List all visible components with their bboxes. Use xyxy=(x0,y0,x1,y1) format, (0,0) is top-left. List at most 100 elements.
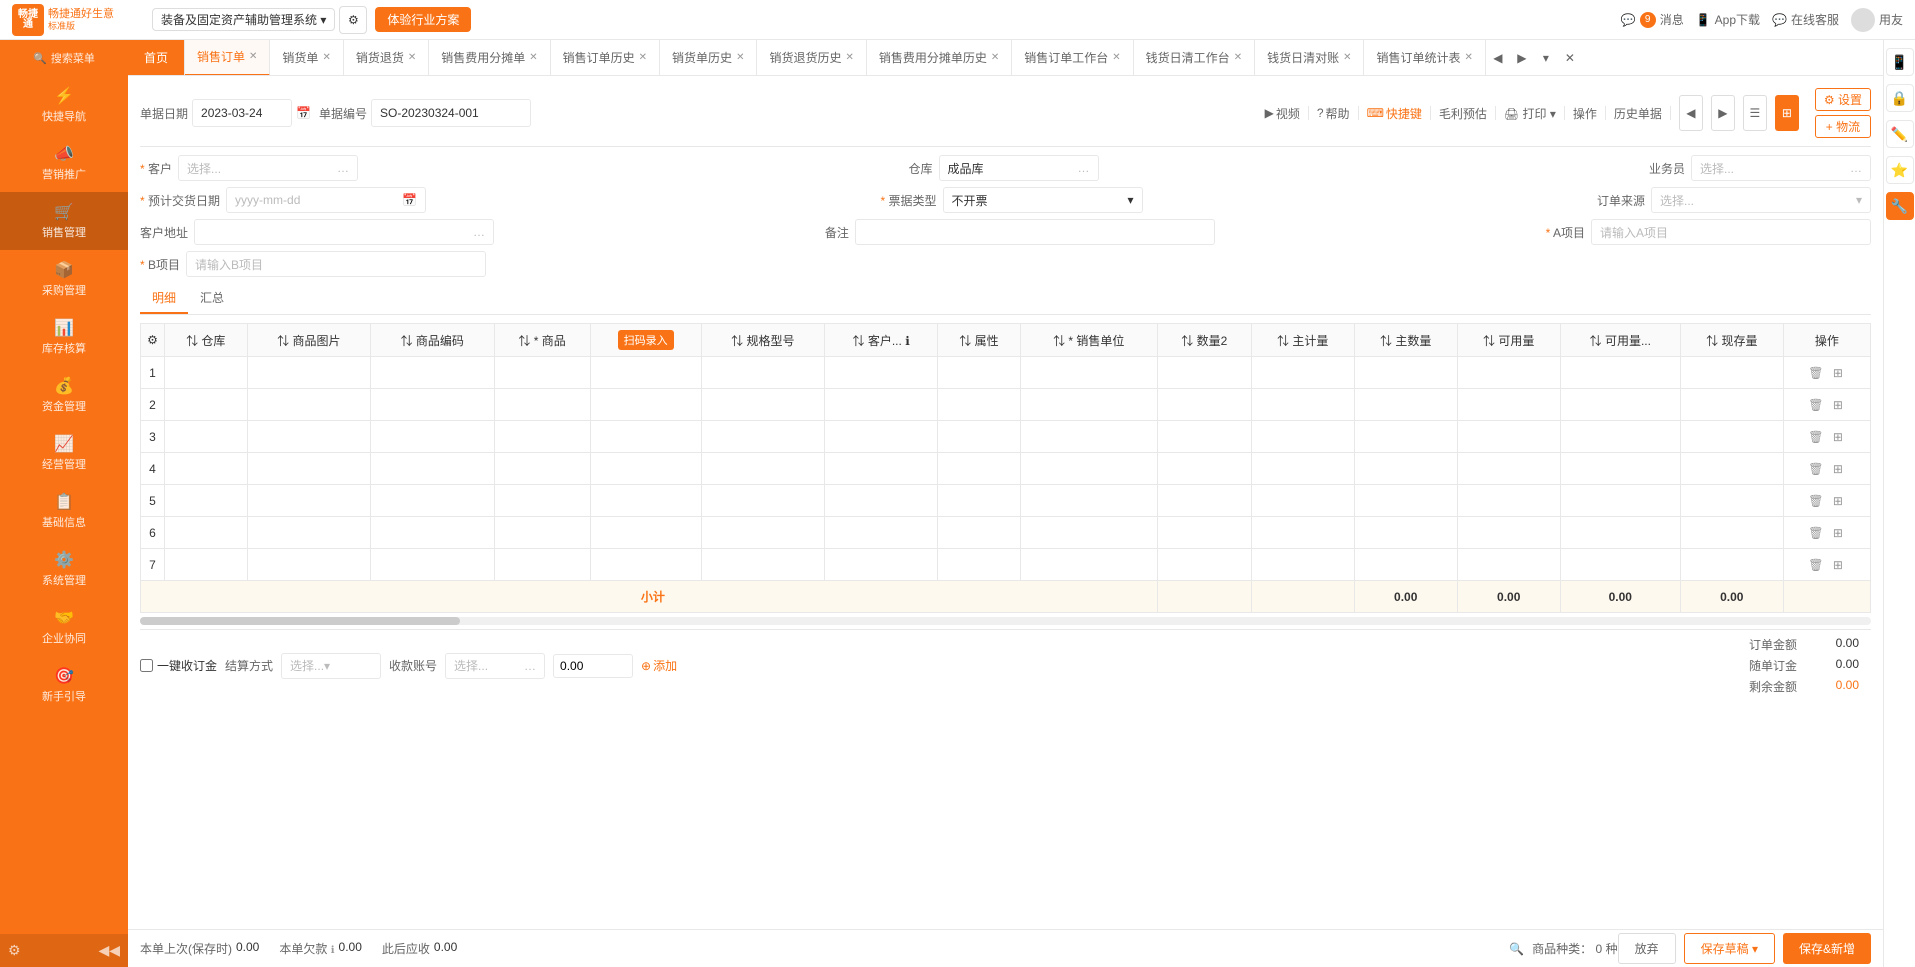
row-delete-icon[interactable]: 🗑 xyxy=(1806,523,1826,543)
sidebar-settings-icon[interactable]: ⚙ xyxy=(8,942,21,959)
onestep-check[interactable] xyxy=(140,659,153,672)
sidebar-item-purchase[interactable]: 📦 采购管理 xyxy=(0,250,128,308)
col-setting[interactable]: ⚙ xyxy=(141,324,165,357)
right-icon-4[interactable]: ⭐ xyxy=(1886,156,1914,184)
tab-sales-return[interactable]: 销货退货 ✕ xyxy=(344,40,429,76)
gear-button[interactable]: ⚙ xyxy=(339,6,367,34)
save-new-button[interactable]: 保存&新增 xyxy=(1783,933,1871,964)
tab-cost-history[interactable]: 销售费用分摊单历史 ✕ xyxy=(867,40,1012,76)
col-attr[interactable]: ⇅ 属性 xyxy=(938,324,1021,357)
row-copy-icon[interactable]: ⊞ xyxy=(1828,459,1848,479)
customer-input[interactable]: 选择... … xyxy=(178,155,358,181)
subtab-detail[interactable]: 明细 xyxy=(140,283,188,314)
tab-cash-workbench[interactable]: 钱货日清工作台 ✕ xyxy=(1134,40,1255,76)
save-draft-button[interactable]: 保存草稿 ▾ xyxy=(1684,933,1775,964)
setting-button[interactable]: ⚙ 设置 xyxy=(1815,88,1871,111)
nav-prev-icon[interactable]: ◀ xyxy=(1679,95,1703,131)
a-project-input[interactable]: 请输入A项目 xyxy=(1591,219,1871,245)
col-unit[interactable]: ⇅ * 销售单位 xyxy=(1020,324,1157,357)
app-download-btn[interactable]: 📱 App下载 xyxy=(1696,11,1760,28)
sidebar-item-finance[interactable]: 💰 资金管理 xyxy=(0,366,128,424)
row-copy-icon[interactable]: ⊞ xyxy=(1828,427,1848,447)
col-current[interactable]: ⇅ 现存量 xyxy=(1680,324,1783,357)
tab-goods-history[interactable]: 销货单历史 ✕ xyxy=(660,40,757,76)
row-delete-icon[interactable]: 🗑 xyxy=(1806,363,1826,383)
shortcut-link[interactable]: ⌨ 快捷键 xyxy=(1367,105,1422,122)
tab-home[interactable]: 首页 xyxy=(128,40,185,76)
tab-order-history[interactable]: 销售订单历史 ✕ xyxy=(551,40,660,76)
message-btn[interactable]: 💬 9 消息 xyxy=(1621,11,1684,28)
tab-next[interactable]: ▶ xyxy=(1510,40,1534,76)
add-logistics-button[interactable]: + 物流 xyxy=(1815,115,1871,138)
row-copy-icon[interactable]: ⊞ xyxy=(1828,555,1848,575)
history-link[interactable]: 历史单据 xyxy=(1614,105,1662,122)
search-icon-bottom[interactable]: 🔍 xyxy=(1509,942,1524,956)
account-select[interactable]: 选择... … xyxy=(445,653,545,679)
right-icon-2[interactable]: 🔒 xyxy=(1886,84,1914,112)
b-project-input[interactable]: 请输入B项目 xyxy=(186,251,486,277)
col-warehouse[interactable]: ⇅ 仓库 xyxy=(165,324,248,357)
tab-cash-reconcile[interactable]: 钱货日清对账 ✕ xyxy=(1255,40,1364,76)
col-main-qty[interactable]: ⇅ 主数量 xyxy=(1354,324,1457,357)
tab-prev[interactable]: ◀ xyxy=(1486,40,1510,76)
profit-link[interactable]: 毛利预估 xyxy=(1439,105,1487,122)
col-image[interactable]: ⇅ 商品图片 xyxy=(247,324,370,357)
tab-order-stats[interactable]: 销售订单统计表 ✕ xyxy=(1364,40,1485,76)
col-available2[interactable]: ⇅ 可用量... xyxy=(1560,324,1680,357)
calendar-icon[interactable]: 📅 xyxy=(296,106,311,120)
sidebar-item-collab[interactable]: 🤝 企业协同 xyxy=(0,598,128,656)
sidebar-item-marketing[interactable]: 📣 营销推广 xyxy=(0,134,128,192)
tab-close-all[interactable]: ✕ xyxy=(1558,40,1582,76)
row-delete-icon[interactable]: 🗑 xyxy=(1806,459,1826,479)
system-title-select[interactable]: 装备及固定资产辅助管理系统 ▾ xyxy=(152,8,335,31)
date-input[interactable] xyxy=(192,99,292,127)
calendar-delivery-icon[interactable]: 📅 xyxy=(402,193,417,207)
sidebar-item-basic[interactable]: 📋 基础信息 xyxy=(0,482,128,540)
action-link[interactable]: 操作 xyxy=(1573,105,1597,122)
grid-view-icon[interactable]: ⊞ xyxy=(1775,95,1799,131)
tab-sales-order[interactable]: 销售订单 ✕ xyxy=(185,40,270,76)
row-copy-icon[interactable]: ⊞ xyxy=(1828,491,1848,511)
sidebar-item-nav[interactable]: ⚡ 快捷导航 xyxy=(0,76,128,134)
col-code[interactable]: ⇅ 商品编码 xyxy=(371,324,494,357)
row-delete-icon[interactable]: 🗑 xyxy=(1806,491,1826,511)
scan-btn[interactable]: 扫码录入 xyxy=(618,330,674,350)
row-copy-icon[interactable]: ⊞ xyxy=(1828,363,1848,383)
sidebar-collapse-icon[interactable]: ◀◀ xyxy=(98,942,120,959)
video-link[interactable]: ▶ 视频 xyxy=(1265,105,1300,122)
onestep-checkbox[interactable]: 一键收订金 xyxy=(140,657,217,674)
row-delete-icon[interactable]: 🗑 xyxy=(1806,427,1826,447)
row-delete-icon[interactable]: 🗑 xyxy=(1806,395,1826,415)
delivery-input[interactable]: yyyy-mm-dd 📅 xyxy=(226,187,426,213)
order-num-input[interactable] xyxy=(371,99,531,127)
payment-amount-input[interactable] xyxy=(553,654,633,678)
sidebar-item-search[interactable]: 🔍 搜索菜单 xyxy=(0,40,128,76)
online-service-btn[interactable]: 💬 在线客服 xyxy=(1772,11,1839,28)
col-main-unit[interactable]: ⇅ 主计量 xyxy=(1251,324,1354,357)
sidebar-item-sales[interactable]: 🛒 销售管理 xyxy=(0,192,128,250)
address-input[interactable]: … xyxy=(194,219,494,245)
salesperson-input[interactable]: 选择... … xyxy=(1691,155,1871,181)
row-delete-icon[interactable]: 🗑 xyxy=(1806,555,1826,575)
col-customer-code[interactable]: ⇅ 客户... ℹ xyxy=(825,324,938,357)
list-view-icon[interactable]: ☰ xyxy=(1743,95,1767,131)
remark-input[interactable] xyxy=(855,219,1215,245)
payment-method-select[interactable]: 选择... ▾ xyxy=(281,653,381,679)
row-copy-icon[interactable]: ⊞ xyxy=(1828,523,1848,543)
row-copy-icon[interactable]: ⊞ xyxy=(1828,395,1848,415)
sidebar-item-system[interactable]: ⚙️ 系统管理 xyxy=(0,540,128,598)
col-qty2[interactable]: ⇅ 数量2 xyxy=(1157,324,1251,357)
col-scan[interactable]: 扫码录入 xyxy=(590,324,701,357)
print-link[interactable]: 🖨 打印 ▾ xyxy=(1504,105,1556,122)
right-icon-3[interactable]: ✏️ xyxy=(1886,120,1914,148)
sidebar-item-guide[interactable]: 🎯 新手引导 xyxy=(0,656,128,714)
tab-menu[interactable]: ▾ xyxy=(1534,40,1558,76)
table-scrollbar[interactable] xyxy=(140,617,1871,625)
col-spec[interactable]: ⇅ 规格型号 xyxy=(701,324,824,357)
nav-next-icon[interactable]: ▶ xyxy=(1711,95,1735,131)
right-icon-1[interactable]: 📱 xyxy=(1886,48,1914,76)
add-payment-btn[interactable]: ⊕ 添加 xyxy=(641,657,677,674)
col-product[interactable]: ⇅ * 商品 xyxy=(494,324,590,357)
industry-btn[interactable]: 体验行业方案 xyxy=(375,7,471,32)
discard-button[interactable]: 放弃 xyxy=(1618,933,1676,964)
